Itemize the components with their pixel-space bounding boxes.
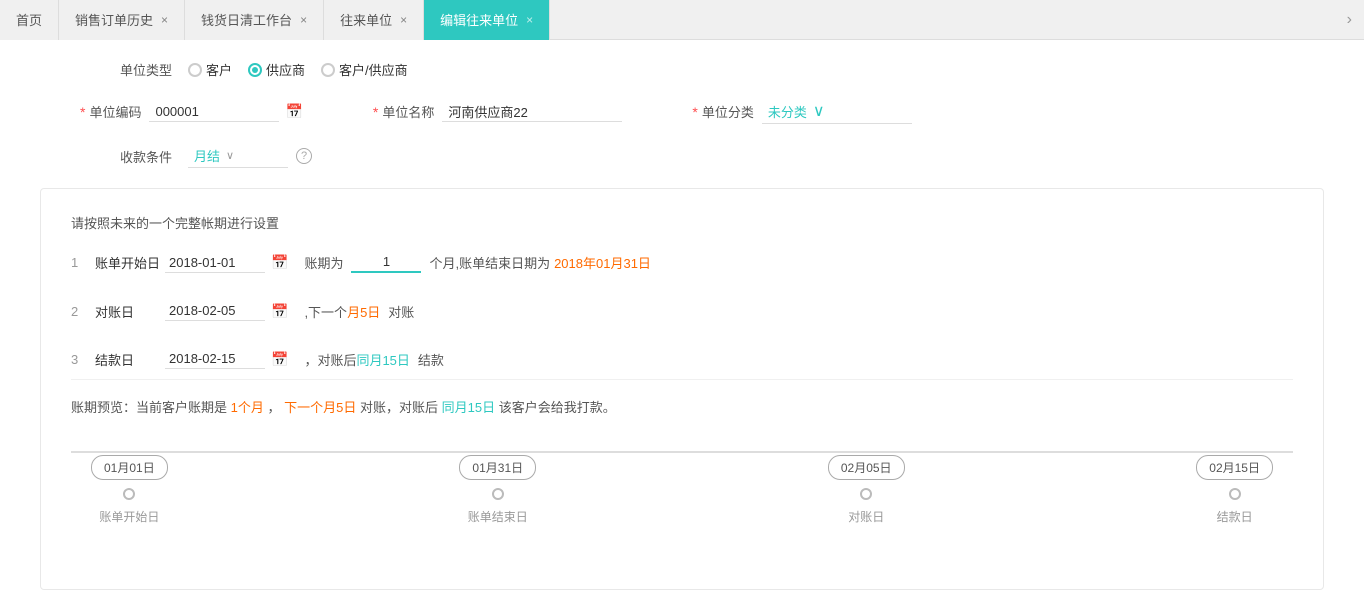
period-end-date: 2018年01月31日 [554, 253, 651, 272]
unit-category-chevron-icon: ∨ [813, 101, 825, 121]
preview-reconcile-day: 下一个月5日 [284, 400, 356, 415]
node-1-badge: 01月01日 [91, 455, 168, 480]
node-1-label: 账单开始日 [99, 508, 159, 525]
section-title: 请按照未来的一个完整帐期进行设置 [71, 213, 1293, 232]
node-4-badge: 02月15日 [1196, 455, 1273, 480]
node-3-badge: 02月05日 [828, 455, 905, 480]
timeline-node-2: 01月31日 账单结束日 [459, 455, 536, 525]
node-2-dot [492, 488, 504, 500]
payment-chevron-icon: ∨ [226, 149, 234, 162]
reconcile-date-input[interactable] [165, 301, 265, 321]
unit-info-row: * 单位编码 📅 * 单位名称 * 单位分类 未分类 ∨ [80, 99, 1324, 124]
main-content: 单位类型 客户 供应商 客户/供应商 * 单位编码 📅 * [0, 40, 1364, 610]
unit-category-group: * 单位分类 未分类 ∨ [692, 99, 911, 124]
payment-value: 月结 [194, 146, 220, 165]
preview-label: 账期预览：当前客户账期是 [71, 400, 227, 415]
radio-customer[interactable]: 客户 [188, 60, 232, 79]
unit-code-group: * 单位编码 📅 [80, 102, 303, 122]
close-tab-cash-work[interactable]: × [300, 13, 307, 27]
payment-date-input[interactable] [165, 349, 265, 369]
unit-name-group: * 单位名称 [373, 102, 622, 122]
close-tab-sales-history[interactable]: × [161, 13, 168, 27]
timeline-node-1: 01月01日 账单开始日 [91, 455, 168, 525]
unit-code-star: * [80, 104, 85, 120]
timeline-node-4: 02月15日 结款日 [1196, 455, 1273, 525]
unit-code-label: 单位编码 [89, 102, 141, 121]
row-2-prefix: ,下一个 [304, 302, 347, 321]
row-3-suffix: 结款 [418, 350, 444, 369]
payment-select[interactable]: 月结 ∨ [188, 144, 288, 168]
preview-text: 账期预览：当前客户账期是 1个月 ， 下一个月5日 对账，对账后 同月15日 该… [71, 396, 1293, 419]
row-2-suffix: 对账 [388, 302, 414, 321]
node-4-dot [1229, 488, 1241, 500]
date-row-1: 1 账单开始日 📅 账期为 个月,账单结束日期为 2018年01月31日 [71, 252, 1293, 273]
unit-category-value: 未分类 [768, 102, 807, 121]
unit-name-star: * [373, 104, 378, 120]
unit-category-label: 单位分类 [702, 102, 754, 121]
unit-category-star: * [692, 104, 697, 120]
node-1-dot [123, 488, 135, 500]
row-3-field: 结款日 [95, 350, 165, 369]
reconcile-next-day: 月5日 [347, 302, 380, 321]
row-2-num: 2 [71, 304, 95, 319]
payment-row: 收款条件 月结 ∨ ? [120, 144, 1324, 168]
preview-end-text: 该客户会给我打款。 [499, 400, 616, 415]
tab-bar: 首页 销售订单历史 × 钱货日清工作台 × 往来单位 × 编辑往来单位 × › [0, 0, 1364, 40]
preview-period: 1个月 [231, 400, 264, 415]
radio-customer-circle [188, 63, 202, 77]
preview-reconcile-text: 对账，对账后 [360, 400, 438, 415]
payment-help-icon[interactable]: ? [296, 148, 312, 164]
date-row-2: 2 对账日 📅 ,下一个 月5日 对账 [71, 301, 1293, 321]
unit-name-label: 单位名称 [382, 102, 434, 121]
close-tab-partner[interactable]: × [400, 13, 407, 27]
radio-both-circle [321, 63, 335, 77]
row-3-num: 3 [71, 352, 95, 367]
node-4-label: 结款日 [1217, 508, 1253, 525]
radio-supplier[interactable]: 供应商 [248, 60, 305, 79]
unit-type-radio-group: 客户 供应商 客户/供应商 [188, 60, 408, 79]
node-2-label: 账单结束日 [468, 508, 528, 525]
unit-code-input[interactable] [149, 102, 279, 122]
unit-category-select[interactable]: 未分类 ∨ [762, 99, 912, 124]
radio-supplier-circle [248, 63, 262, 77]
preview-section: 账期预览：当前客户账期是 1个月 ， 下一个月5日 对账，对账后 同月15日 该… [71, 379, 1293, 565]
row-2-field: 对账日 [95, 302, 165, 321]
tab-edit-partner[interactable]: 编辑往来单位 × [424, 0, 550, 40]
preview-payment-day: 同月15日 [442, 400, 495, 415]
row-1-num: 1 [71, 255, 95, 270]
preview-sep1: ， [268, 400, 281, 415]
row-1-suffix: 个月,账单结束日期为 [429, 253, 550, 272]
radio-both[interactable]: 客户/供应商 [321, 60, 408, 79]
timeline: 01月01日 账单开始日 01月31日 账单结束日 [71, 439, 1293, 565]
timeline-node-3: 02月05日 对账日 [828, 455, 905, 525]
period-input[interactable] [351, 252, 421, 273]
start-date-calendar-icon[interactable]: 📅 [271, 254, 288, 271]
tab-cash-work[interactable]: 钱货日清工作台 × [185, 0, 324, 40]
unit-name-input[interactable] [442, 102, 622, 122]
payment-label: 收款条件 [120, 147, 172, 166]
row-3-prefix: ，对账后 [304, 350, 356, 369]
node-3-label: 对账日 [848, 508, 884, 525]
tab-more-button[interactable]: › [1335, 11, 1364, 29]
node-2-badge: 01月31日 [459, 455, 536, 480]
payment-calendar-icon[interactable]: 📅 [271, 351, 288, 368]
unit-type-label: 单位类型 [120, 60, 172, 79]
payment-same-day: 同月15日 [356, 350, 409, 369]
unit-type-row: 单位类型 客户 供应商 客户/供应商 [120, 60, 1324, 79]
row-1-field: 账单开始日 [95, 253, 165, 272]
date-row-3: 3 结款日 📅 ，对账后 同月15日 结款 [71, 349, 1293, 369]
tab-partner[interactable]: 往来单位 × [324, 0, 424, 40]
timeline-line [71, 451, 1293, 453]
start-date-input[interactable] [165, 253, 265, 273]
tab-home[interactable]: 首页 [0, 0, 59, 40]
close-tab-edit-partner[interactable]: × [526, 13, 533, 27]
reconcile-calendar-icon[interactable]: 📅 [271, 303, 288, 320]
period-settings-section: 请按照未来的一个完整帐期进行设置 1 账单开始日 📅 账期为 个月,账单结束日期… [40, 188, 1324, 590]
unit-code-calendar-icon[interactable]: 📅 [285, 103, 302, 120]
row-1-prefix: 账期为 [304, 253, 343, 272]
node-3-dot [860, 488, 872, 500]
tab-sales-history[interactable]: 销售订单历史 × [59, 0, 185, 40]
